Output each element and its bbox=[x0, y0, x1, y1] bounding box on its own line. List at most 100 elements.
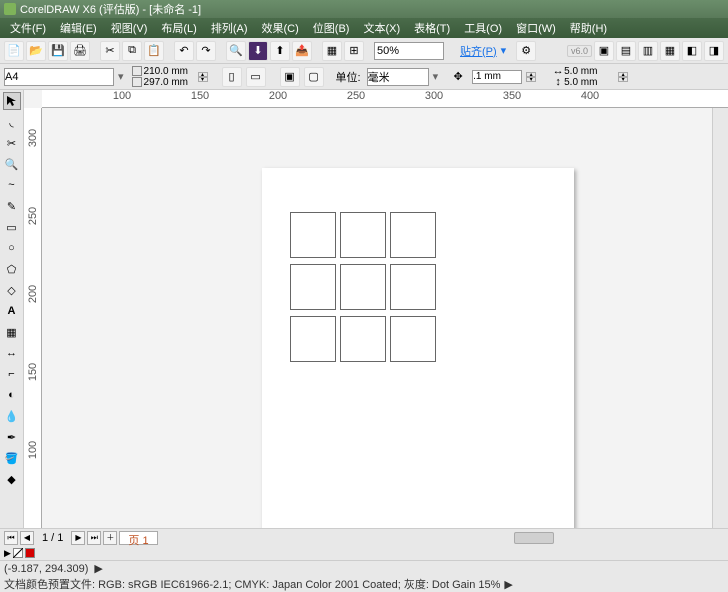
dup-x-input[interactable] bbox=[564, 66, 614, 77]
shape-icon: ◟ bbox=[9, 116, 13, 129]
square[interactable] bbox=[290, 264, 336, 310]
page-height-input[interactable] bbox=[144, 77, 194, 88]
page-width-input[interactable] bbox=[144, 66, 194, 77]
dock3-button[interactable]: ▥ bbox=[638, 41, 658, 61]
cut-button[interactable]: ✂ bbox=[100, 41, 120, 61]
prev-page-button[interactable]: ◀ bbox=[20, 531, 34, 545]
landscape-button[interactable]: ▭ bbox=[246, 67, 266, 87]
menu-text[interactable]: 文本(X) bbox=[357, 18, 406, 38]
dim-spinner[interactable]: ▴▾ bbox=[198, 72, 208, 82]
basic-shapes-tool[interactable]: ◇ bbox=[3, 281, 21, 299]
canvas[interactable] bbox=[42, 108, 712, 528]
menu-layout[interactable]: 布局(L) bbox=[155, 18, 202, 38]
connector-tool[interactable]: ⌐ bbox=[3, 365, 21, 383]
all-pages-button[interactable]: ▣ bbox=[280, 67, 300, 87]
dock5-icon: ◧ bbox=[686, 45, 698, 57]
fill-tool[interactable]: 🪣 bbox=[3, 449, 21, 467]
dup-y-input[interactable] bbox=[564, 77, 614, 88]
square[interactable] bbox=[390, 212, 436, 258]
next-page-button[interactable]: ▶ bbox=[71, 531, 85, 545]
copy-button[interactable]: ⧉ bbox=[122, 41, 142, 61]
dock2-button[interactable]: ▤ bbox=[616, 41, 636, 61]
interactive-tool[interactable]: ◐ bbox=[3, 386, 21, 404]
palette-arrow-icon[interactable]: ▶ bbox=[4, 548, 11, 559]
current-page-button[interactable]: ▢ bbox=[304, 67, 324, 87]
menu-view[interactable]: 视图(V) bbox=[105, 18, 154, 38]
menu-bitmap[interactable]: 位图(B) bbox=[307, 18, 356, 38]
horizontal-ruler[interactable]: 100 150 200 250 300 350 400 bbox=[42, 90, 728, 108]
dock5-button[interactable]: ◧ bbox=[682, 41, 702, 61]
snap-link[interactable]: 贴齐(P) bbox=[460, 43, 497, 59]
snap-dropdown-icon[interactable]: ▾ bbox=[501, 44, 507, 57]
publish-button[interactable]: 📤 bbox=[292, 41, 312, 61]
last-page-button[interactable]: ⏭ bbox=[87, 531, 101, 545]
nudge-spinner[interactable]: ▴▾ bbox=[526, 72, 536, 82]
menu-table[interactable]: 表格(T) bbox=[408, 18, 456, 38]
export-button[interactable]: ⬆ bbox=[270, 41, 290, 61]
status-arrow-icon: ▶ bbox=[94, 562, 102, 575]
menu-edit[interactable]: 编辑(E) bbox=[54, 18, 103, 38]
menu-arrange[interactable]: 排列(A) bbox=[205, 18, 254, 38]
paste-button[interactable]: 📋 bbox=[144, 41, 164, 61]
portrait-button[interactable]: ▯ bbox=[222, 67, 242, 87]
redo-button[interactable]: ↷ bbox=[196, 41, 216, 61]
page-tab[interactable]: 页 1 bbox=[119, 531, 157, 545]
interactive-fill-tool[interactable]: ◆ bbox=[3, 470, 21, 488]
paper-dropdown-icon[interactable]: ▾ bbox=[118, 70, 124, 83]
crop-tool[interactable]: ✂ bbox=[3, 134, 21, 152]
smart-drawing-tool[interactable]: ✎ bbox=[3, 197, 21, 215]
dimension-tool[interactable]: ↔ bbox=[3, 344, 21, 362]
square[interactable] bbox=[340, 316, 386, 362]
nudge-input[interactable] bbox=[472, 70, 522, 84]
units-dropdown-icon[interactable]: ▾ bbox=[433, 70, 439, 83]
square[interactable] bbox=[340, 212, 386, 258]
dup-spinner[interactable]: ▴▾ bbox=[618, 72, 628, 82]
paper-size-combo[interactable] bbox=[4, 68, 114, 86]
square[interactable] bbox=[290, 212, 336, 258]
open-button[interactable]: 📂 bbox=[26, 41, 46, 61]
vertical-ruler[interactable]: 300 250 200 150 100 bbox=[24, 108, 42, 528]
zoom-tool[interactable]: 🔍 bbox=[3, 155, 21, 173]
save-button[interactable]: 💾 bbox=[48, 41, 68, 61]
zoom-combo[interactable] bbox=[374, 42, 444, 60]
text-tool[interactable]: A bbox=[3, 302, 21, 320]
undo-button[interactable]: ↶ bbox=[174, 41, 194, 61]
horizontal-scrollbar[interactable] bbox=[164, 531, 720, 545]
menu-effects[interactable]: 效果(C) bbox=[256, 18, 305, 38]
dock1-button[interactable]: ▣ bbox=[594, 41, 614, 61]
publish-icon: 📤 bbox=[296, 45, 308, 57]
units-combo[interactable] bbox=[367, 68, 429, 86]
dock4-button[interactable]: ▦ bbox=[660, 41, 680, 61]
dock6-button[interactable]: ◨ bbox=[704, 41, 724, 61]
first-page-button[interactable]: ⏮ bbox=[4, 531, 18, 545]
search-button[interactable]: 🔍 bbox=[226, 41, 246, 61]
menu-help[interactable]: 帮助(H) bbox=[564, 18, 613, 38]
no-fill-swatch[interactable] bbox=[13, 548, 23, 558]
app-launcher-button[interactable]: ▦ bbox=[322, 41, 342, 61]
color-swatch-red[interactable] bbox=[25, 548, 35, 558]
welcome-button[interactable]: ⊞ bbox=[344, 41, 364, 61]
print-button[interactable]: 🖨 bbox=[70, 41, 90, 61]
freehand-tool[interactable]: ~ bbox=[3, 176, 21, 194]
new-button[interactable]: 📄 bbox=[4, 41, 24, 61]
import-button[interactable]: ⬇ bbox=[248, 41, 268, 61]
square[interactable] bbox=[340, 264, 386, 310]
pick-tool[interactable] bbox=[3, 92, 21, 110]
add-page-button[interactable]: ＋ bbox=[103, 531, 117, 545]
square[interactable] bbox=[390, 316, 436, 362]
square[interactable] bbox=[290, 316, 336, 362]
ellipse-tool[interactable]: ○ bbox=[3, 239, 21, 257]
polygon-tool[interactable]: ⬠ bbox=[3, 260, 21, 278]
table-tool[interactable]: ▦ bbox=[3, 323, 21, 341]
eyedropper-tool[interactable]: 💧 bbox=[3, 407, 21, 425]
menu-tools[interactable]: 工具(O) bbox=[458, 18, 508, 38]
rectangle-tool[interactable]: ▭ bbox=[3, 218, 21, 236]
outline-tool[interactable]: ✒ bbox=[3, 428, 21, 446]
vertical-scrollbar[interactable] bbox=[712, 108, 728, 528]
square[interactable] bbox=[390, 264, 436, 310]
menu-file[interactable]: 文件(F) bbox=[4, 18, 52, 38]
shape-tool[interactable]: ◟ bbox=[3, 113, 21, 131]
menu-window[interactable]: 窗口(W) bbox=[510, 18, 562, 38]
options-button[interactable]: ⚙ bbox=[516, 41, 536, 61]
hscroll-thumb[interactable] bbox=[514, 532, 554, 544]
